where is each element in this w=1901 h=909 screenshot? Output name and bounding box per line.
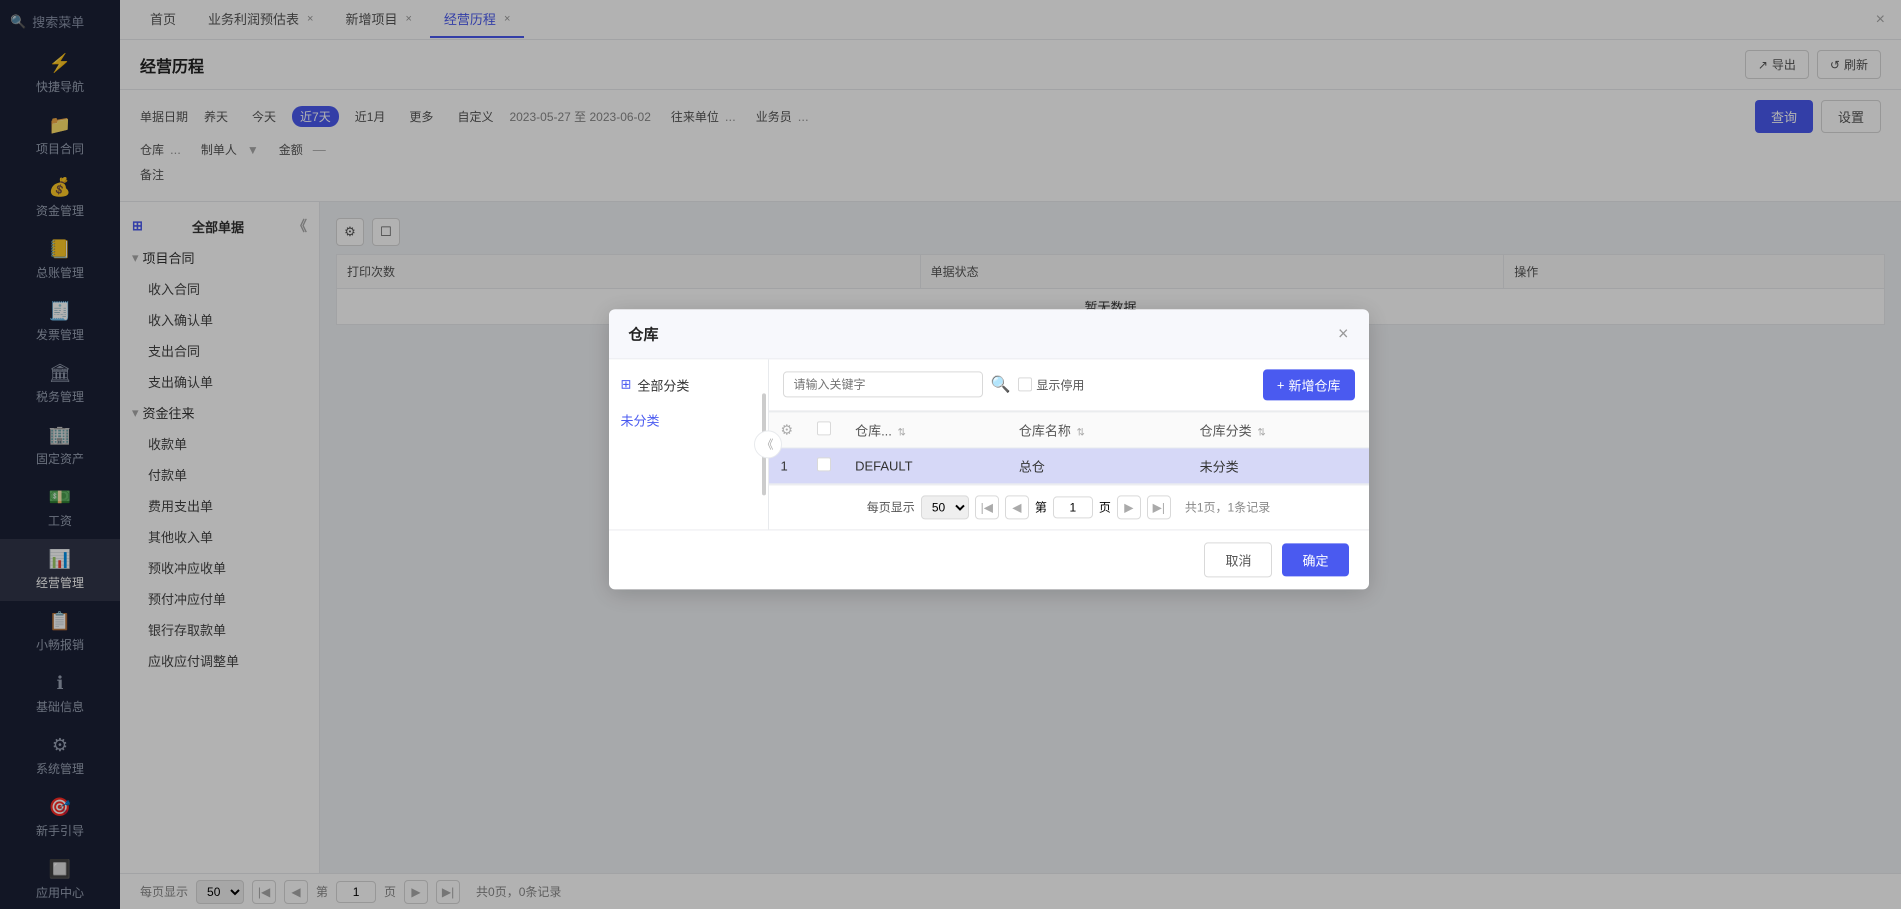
dialog-prev-page-btn[interactable]: ◀ [1005,495,1029,519]
dialog-page-suffix: 页 [1099,498,1111,515]
row-1-select-checkbox[interactable] [817,457,831,471]
col-warehouse-name[interactable]: 仓库名称 ⇅ [1007,411,1188,447]
dialog-confirm-button[interactable]: 确定 [1282,543,1348,576]
show-disabled-checkbox[interactable] [1018,377,1032,391]
row-1-code: DEFAULT [843,447,1007,483]
add-warehouse-label: 新增仓库 [1288,375,1340,394]
tree-item-all-category[interactable]: ⊞ 全部分类 [609,367,768,402]
col-warehouse-code[interactable]: 仓库... ⇅ [843,411,1007,447]
tree-item-uncategorized[interactable]: 未分类 [609,402,768,437]
col-gear-icon[interactable]: ⚙ [781,421,794,437]
dialog-toolbar: 🔍 显示停用 + 新增仓库 [769,359,1369,411]
dialog-search-input[interactable] [783,371,983,397]
sort-cat-icon: ⇅ [1257,427,1265,438]
dialog-search-btn[interactable]: 🔍 [991,374,1011,394]
dialog-page-input[interactable] [1053,496,1093,518]
uncategorized-label: 未分类 [621,410,660,429]
dialog-table: ⚙ 仓库... ⇅ 仓库名称 ⇅ [769,411,1369,484]
dialog-total-info: 共1页，1条记录 [1185,498,1270,515]
dialog-cancel-button[interactable]: 取消 [1204,542,1272,577]
search-wrap: 🔍 显示停用 [783,371,1085,397]
dialog-close-btn[interactable]: × [1338,323,1349,344]
add-warehouse-button[interactable]: + 新增仓库 [1263,369,1355,400]
row-1-name: 总仓 [1007,447,1188,483]
dialog-table-wrap: ⚙ 仓库... ⇅ 仓库名称 ⇅ [769,411,1369,484]
col-warehouse-category[interactable]: 仓库分类 ⇅ [1188,411,1369,447]
dialog-body: ⊞ 全部分类 未分类 《 🔍 显示停用 [609,359,1369,529]
all-category-label: 全部分类 [637,375,689,394]
dialog-title: 仓库 [629,323,659,344]
add-icon: + [1277,377,1285,392]
dialog-right: 🔍 显示停用 + 新增仓库 ⚙ [769,359,1369,529]
dialog-per-page-label: 每页显示 [867,498,915,515]
dialog-per-page-select[interactable]: 50 [921,495,969,519]
sort-code-icon: ⇅ [898,427,906,438]
dialog-next-page-btn[interactable]: ▶ [1117,495,1141,519]
show-disabled-wrap: 显示停用 [1018,376,1084,393]
show-disabled-label: 显示停用 [1036,376,1084,393]
dialog-tree: ⊞ 全部分类 未分类 《 [609,359,769,529]
row-1-category: 未分类 [1188,447,1369,483]
dialog-footer: 取消 确定 [609,529,1369,589]
tree-collapse-btn[interactable]: 《 [754,430,782,458]
warehouse-dialog: 仓库 × ⊞ 全部分类 未分类 《 🔍 [609,309,1369,589]
dialog-pagination: 每页显示 50 |◀ ◀ 第 页 ▶ ▶| 共1页，1条记录 [769,484,1369,529]
dialog-first-page-btn[interactable]: |◀ [975,495,999,519]
col-select-all [805,411,843,447]
dialog-header: 仓库 × [609,309,1369,359]
all-category-icon: ⊞ [621,376,632,392]
dialog-page-label: 第 [1035,498,1047,515]
sort-name-icon: ⇅ [1077,427,1085,438]
row-1-checkbox[interactable] [805,447,843,483]
select-all-checkbox[interactable] [817,421,831,435]
dialog-table-row-1[interactable]: 1 DEFAULT 总仓 未分 [769,447,1369,483]
dialog-last-page-btn[interactable]: ▶| [1147,495,1171,519]
